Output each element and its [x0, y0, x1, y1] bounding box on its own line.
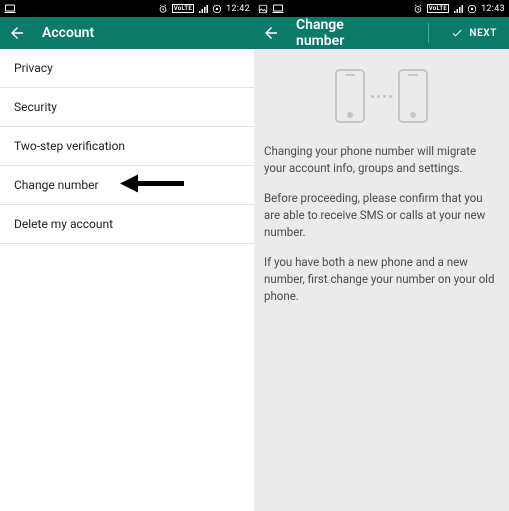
info-paragraph-3: If you have both a new phone and a new n…	[264, 254, 499, 304]
next-button[interactable]: NEXT	[447, 27, 501, 39]
image-icon	[258, 4, 268, 14]
clock-text: 12:43	[481, 4, 505, 14]
app-bar: Account	[0, 17, 254, 49]
content-body: Changing your phone number will migrate …	[254, 49, 509, 334]
list-item-label: Privacy	[14, 61, 53, 75]
alarm-icon	[158, 4, 168, 14]
signal-icon	[453, 4, 463, 14]
phones-illustration	[264, 69, 499, 123]
pointer-arrow-icon	[120, 175, 184, 196]
list-item-delete-account[interactable]: Delete my account	[0, 205, 254, 244]
page-title: Change number	[296, 17, 394, 49]
list-item-label: Delete my account	[14, 217, 113, 231]
arrow-back-icon	[262, 24, 280, 42]
list-item-security[interactable]: Security	[0, 88, 254, 127]
page-title: Account	[42, 25, 94, 41]
laptop-icon	[4, 4, 16, 14]
next-label: NEXT	[469, 28, 497, 39]
check-icon	[451, 27, 463, 39]
phone-right-icon	[398, 69, 428, 123]
volte-icon: VoLTE	[172, 4, 194, 13]
laptop-icon	[272, 4, 284, 14]
list-item-two-step[interactable]: Two-step verification	[0, 127, 254, 166]
list-item-privacy[interactable]: Privacy	[0, 49, 254, 88]
clock-text: 12:42	[226, 4, 250, 14]
settings-list: Privacy Security Two-step verification C…	[0, 49, 254, 244]
info-paragraph-1: Changing your phone number will migrate …	[264, 143, 499, 176]
back-button[interactable]	[8, 24, 26, 42]
data-icon	[467, 4, 477, 14]
alarm-icon	[413, 4, 423, 14]
status-bar: VoLTE 12:42	[0, 0, 254, 17]
list-item-label: Two-step verification	[14, 139, 125, 153]
app-bar: Change number NEXT	[254, 17, 509, 49]
arrow-back-icon	[8, 24, 26, 42]
signal-icon	[198, 4, 208, 14]
info-paragraph-2: Before proceeding, please confirm that y…	[264, 190, 499, 240]
account-screen: VoLTE 12:42 Account Privacy Security Two…	[0, 0, 254, 511]
volte-icon: VoLTE	[427, 4, 449, 13]
change-number-screen: VoLTE 12:43 Change number NEXT Changing	[254, 0, 509, 511]
list-item-label: Change number	[14, 178, 99, 192]
list-item-label: Security	[14, 100, 57, 114]
phone-left-icon	[335, 69, 365, 123]
list-item-change-number[interactable]: Change number	[0, 166, 254, 205]
status-bar: VoLTE 12:43	[254, 0, 509, 17]
back-button[interactable]	[262, 24, 280, 42]
dots-icon	[371, 95, 392, 98]
data-icon	[212, 4, 222, 14]
divider	[428, 23, 429, 43]
